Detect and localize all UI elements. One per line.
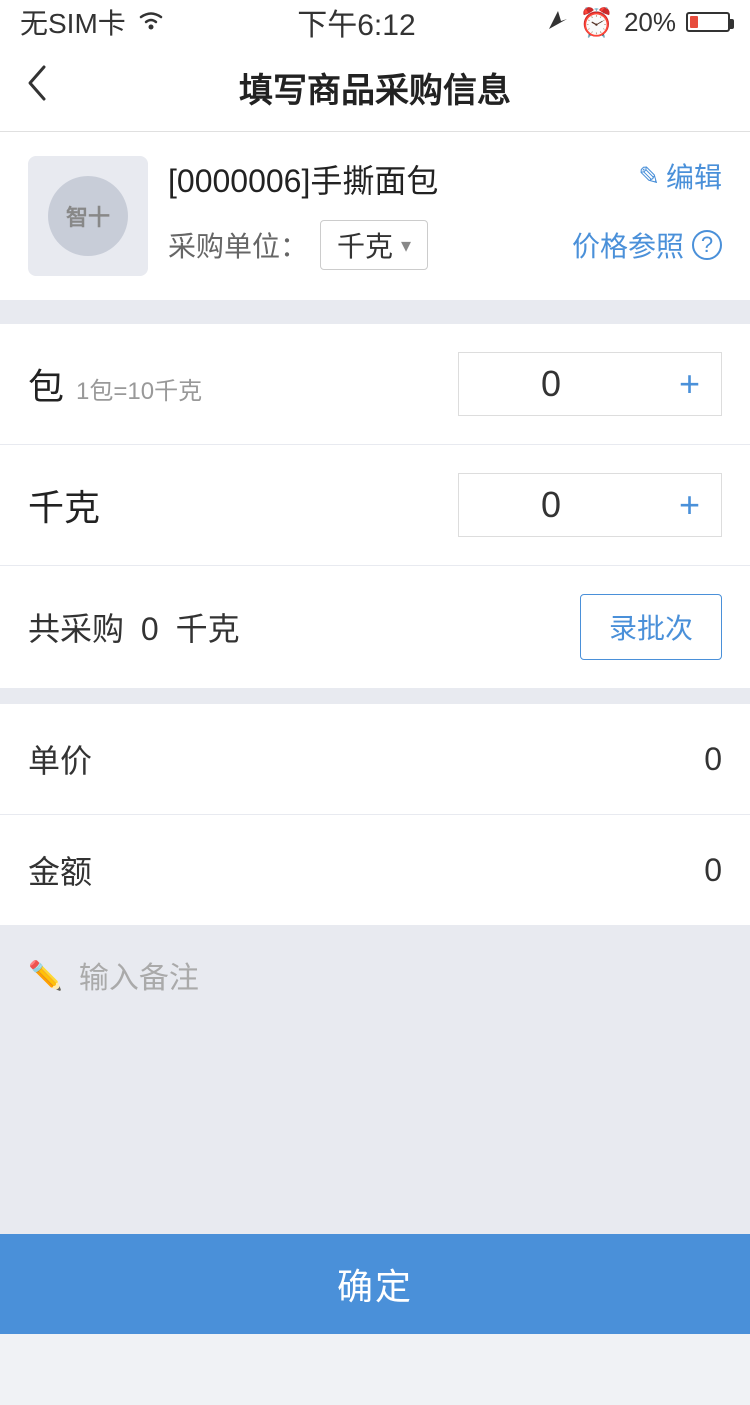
product-name: [0000006]手撕面包	[168, 156, 438, 202]
bao-input[interactable]	[458, 352, 658, 416]
product-logo: 智十	[48, 176, 128, 256]
edit-label: 编辑	[666, 156, 722, 196]
nav-bar: 填写商品采购信息	[0, 44, 750, 132]
kg-label: 千克	[28, 479, 100, 531]
product-name-row: [0000006]手撕面包 ✎ 编辑	[168, 156, 722, 202]
location-icon	[547, 6, 569, 38]
unit-prefix: 采购单位：	[168, 225, 308, 265]
price-section: 单价 0 金额 0	[0, 704, 750, 925]
help-icon: ?	[692, 230, 722, 260]
edit-button[interactable]: ✎ 编辑	[638, 156, 722, 196]
product-info: [0000006]手撕面包 ✎ 编辑 采购单位： 千克 ▾ 价格参照 ?	[168, 156, 722, 270]
unit-select[interactable]: 千克 ▾	[320, 220, 428, 270]
plus-icon-kg: +	[679, 484, 700, 526]
note-section[interactable]: ✏️ 输入备注	[0, 925, 750, 1025]
total-text: 共采购 0 千克	[28, 604, 240, 650]
status-right: ⏰ 20%	[547, 6, 730, 39]
bao-label-sub: 1包=10千克	[76, 371, 202, 406]
unit-value: 千克	[337, 225, 393, 265]
kg-plus-button[interactable]: +	[658, 473, 722, 537]
unit-price-row: 单价 0	[0, 704, 750, 815]
kg-input-group: +	[458, 473, 722, 537]
note-placeholder: 输入备注	[79, 953, 199, 997]
kg-label-main: 千克	[28, 479, 100, 531]
alarm-icon: ⏰	[579, 6, 614, 39]
pencil-icon: ✏️	[28, 959, 63, 992]
bao-row: 包 1包=10千克 +	[0, 324, 750, 445]
price-ref-label: 价格参照	[572, 225, 684, 265]
product-image: 智十	[28, 156, 148, 276]
edit-icon: ✎	[638, 161, 660, 192]
total-amount: 0	[141, 611, 159, 647]
chevron-down-icon: ▾	[401, 233, 411, 258]
unit-price-label: 单价	[28, 736, 92, 782]
total-prefix: 共采购	[28, 611, 124, 647]
bao-plus-button[interactable]: +	[658, 352, 722, 416]
total-unit: 千克	[176, 611, 240, 647]
kg-section: 千克 +	[0, 445, 750, 566]
back-button[interactable]	[24, 63, 48, 112]
bao-label: 包 1包=10千克	[28, 358, 202, 410]
time-display: 下午6:12	[297, 0, 415, 44]
total-row: 共采购 0 千克 录批次	[0, 566, 750, 688]
amount-label: 金额	[28, 847, 92, 893]
batch-button[interactable]: 录批次	[580, 594, 722, 660]
bao-input-group: +	[458, 352, 722, 416]
battery-percent: 20%	[624, 7, 676, 38]
unit-label: 采购单位： 千克 ▾	[168, 220, 428, 270]
kg-row: 千克 +	[0, 445, 750, 566]
status-bar: 无SIM卡 下午6:12 ⏰ 20%	[0, 0, 750, 44]
wifi-icon	[136, 6, 166, 38]
amount-value: 0	[704, 852, 722, 889]
price-reference-button[interactable]: 价格参照 ?	[572, 225, 722, 265]
confirm-button[interactable]: 确定	[0, 1234, 750, 1334]
signal-text: 无SIM卡	[20, 2, 126, 42]
product-card: 智十 [0000006]手撕面包 ✎ 编辑 采购单位： 千克 ▾	[0, 132, 750, 308]
unit-price-value: 0	[704, 741, 722, 778]
status-left: 无SIM卡	[20, 2, 166, 42]
section-divider-2	[0, 688, 750, 704]
section-divider-1	[0, 308, 750, 324]
page-title: 填写商品采购信息	[239, 63, 511, 112]
battery-indicator	[686, 12, 730, 32]
amount-row: 金额 0	[0, 815, 750, 925]
bao-section: 包 1包=10千克 +	[0, 324, 750, 445]
bao-label-main: 包	[28, 358, 64, 410]
product-unit-row: 采购单位： 千克 ▾ 价格参照 ?	[168, 220, 722, 270]
kg-input[interactable]	[458, 473, 658, 537]
plus-icon: +	[679, 363, 700, 405]
